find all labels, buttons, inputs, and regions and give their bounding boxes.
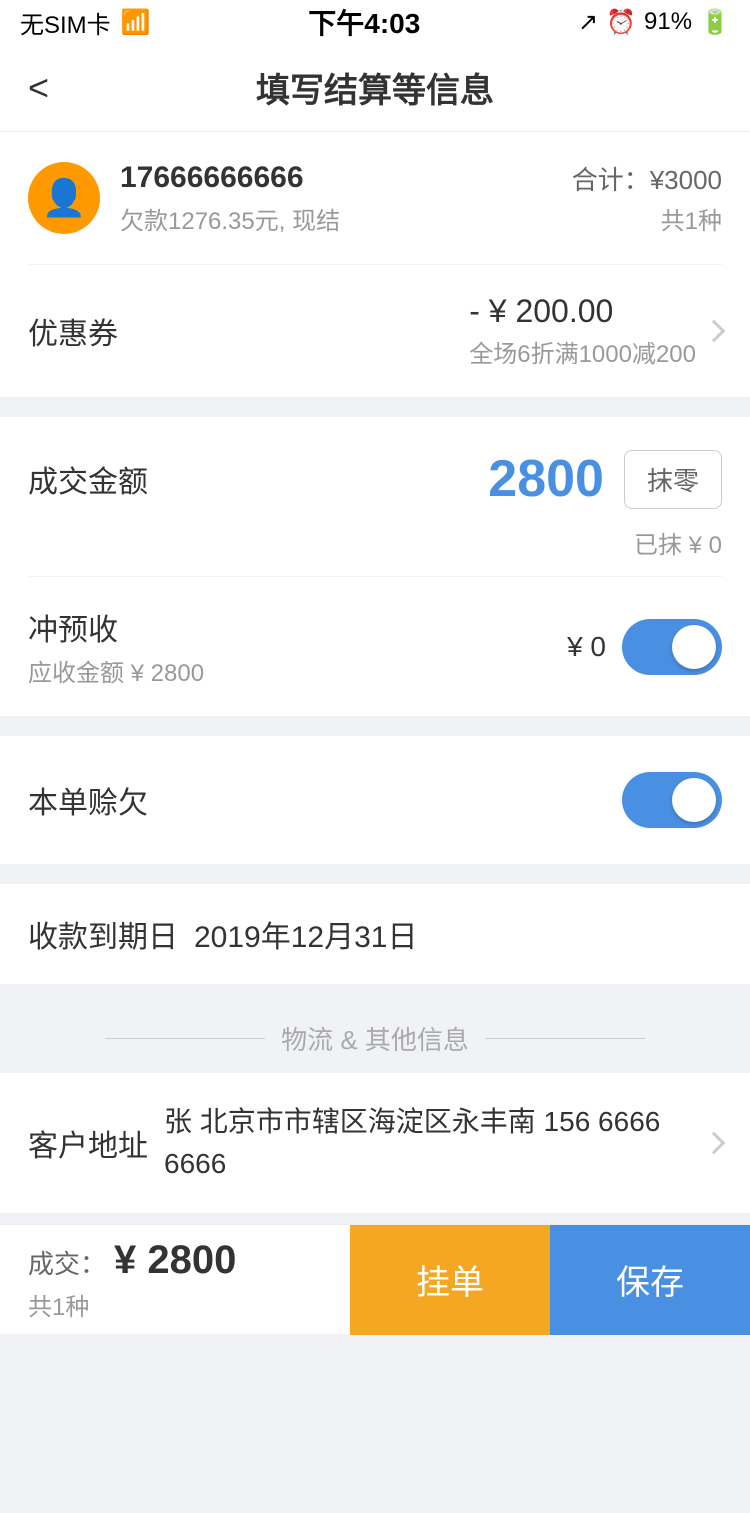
status-bar: 无SIM卡 📶 下午4:03 ↗ ⏰ 91% 🔋 (0, 0, 750, 44)
debt-row: 本单赊欠 (28, 736, 722, 864)
bottom-deal-amount: ¥ 2800 (114, 1238, 236, 1283)
address-chevron-icon (703, 1132, 726, 1155)
prepayment-label: 冲预收 (28, 605, 204, 649)
bottom-bar: 成交： ¥ 2800 共1种 挂单 保存 (0, 1224, 750, 1334)
user-row: 👤 17666666666 欠款1276.35元, 现结 合计：¥3000 共1… (28, 132, 722, 265)
coupon-amount: - ¥ 200.00 (469, 293, 696, 330)
section-gap-2 (0, 716, 750, 736)
chevron-right-icon (703, 320, 726, 343)
address-section[interactable]: 客户地址 张 北京市市辖区海淀区永丰南 156 6666 6666 (0, 1073, 750, 1213)
prepayment-toggle[interactable] (622, 619, 722, 675)
battery-label: 91% (644, 8, 692, 36)
section-gap-4 (0, 984, 750, 1004)
amount-right: 2800 抹零 (488, 449, 722, 509)
location-icon: ↗ (578, 8, 598, 37)
transaction-section: 成交金额 2800 抹零 已抹 ¥ 0 冲预收 应收金额 ¥ 2800 ¥ 0 (0, 417, 750, 716)
address-value: 张 北京市市辖区海淀区永丰南 156 6666 6666 (164, 1101, 706, 1185)
carrier-label: 无SIM卡 (20, 5, 111, 40)
save-button[interactable]: 保存 (550, 1225, 750, 1335)
due-label: 收款到期日 (28, 912, 178, 956)
address-label: 客户地址 (28, 1121, 148, 1165)
due-value: 2019年12月31日 (194, 912, 417, 956)
coupon-row[interactable]: 优惠券 - ¥ 200.00 全场6折满1000减200 (28, 265, 722, 397)
debt-toggle[interactable] (622, 772, 722, 828)
user-details: 17666666666 欠款1276.35元, 现结 (120, 161, 340, 236)
bottom-summary: 成交： ¥ 2800 共1种 (0, 1238, 350, 1322)
hang-button[interactable]: 挂单 (350, 1225, 550, 1335)
coupon-detail: 全场6折满1000减200 (469, 334, 696, 369)
prepayment-amount: ¥ 0 (567, 631, 606, 663)
debt-section: 本单赊欠 (0, 736, 750, 864)
alarm-icon: ⏰ (606, 8, 636, 37)
coupon-label: 优惠券 (28, 309, 118, 353)
section-gap-1 (0, 397, 750, 417)
nav-bar: < 填写结算等信息 (0, 44, 750, 132)
coupon-info: - ¥ 200.00 全场6折满1000减200 (469, 293, 696, 369)
page-title: 填写结算等信息 (256, 63, 494, 112)
user-info-section: 👤 17666666666 欠款1276.35元, 现结 合计：¥3000 共1… (0, 132, 750, 265)
divider-label: 物流 & 其他信息 (0, 1004, 750, 1073)
due-date-section: 收款到期日 2019年12月31日 (0, 884, 750, 984)
user-debt: 欠款1276.35元, 现结 (120, 201, 340, 236)
status-left: 无SIM卡 📶 (20, 5, 151, 40)
bottom-count: 共1种 (28, 1287, 322, 1322)
prepayment-right: ¥ 0 (567, 619, 722, 675)
status-time: 下午4:03 (308, 2, 420, 42)
amount-label: 成交金额 (28, 457, 148, 501)
prepayment-row: 冲预收 应收金额 ¥ 2800 ¥ 0 (28, 576, 722, 716)
user-right: 合计：¥3000 共1种 (572, 160, 722, 236)
debt-label: 本单赊欠 (28, 778, 148, 822)
divider-line-left (105, 1038, 265, 1039)
divider-line-right (485, 1038, 645, 1039)
user-phone: 17666666666 (120, 161, 340, 195)
divider-text: 物流 & 其他信息 (281, 1020, 469, 1057)
status-right: ↗ ⏰ 91% 🔋 (578, 8, 730, 37)
bottom-deal-label: 成交： (28, 1244, 106, 1281)
avatar: 👤 (28, 162, 100, 234)
total-count: 共1种 (572, 201, 722, 236)
back-button[interactable]: < (28, 67, 49, 109)
total-label: 合计：¥3000 (572, 160, 722, 197)
bottom-deal: 成交： ¥ 2800 (28, 1238, 322, 1283)
already-rounded: 已抹 ¥ 0 (28, 525, 722, 576)
battery-icon: 🔋 (700, 8, 730, 37)
user-left: 👤 17666666666 欠款1276.35元, 现结 (28, 161, 340, 236)
coupon-section[interactable]: 优惠券 - ¥ 200.00 全场6折满1000减200 (0, 265, 750, 397)
amount-value: 2800 (488, 449, 604, 509)
address-row[interactable]: 客户地址 张 北京市市辖区海淀区永丰南 156 6666 6666 (28, 1073, 722, 1213)
section-gap-3 (0, 864, 750, 884)
coupon-right: - ¥ 200.00 全场6折满1000减200 (469, 293, 722, 369)
wifi-icon: 📶 (121, 8, 151, 37)
amount-row: 成交金额 2800 抹零 (28, 417, 722, 525)
prepayment-info: 应收金额 ¥ 2800 (28, 653, 204, 688)
round-button[interactable]: 抹零 (624, 450, 722, 509)
prepayment-left: 冲预收 应收金额 ¥ 2800 (28, 605, 204, 688)
due-row: 收款到期日 2019年12月31日 (28, 884, 722, 984)
